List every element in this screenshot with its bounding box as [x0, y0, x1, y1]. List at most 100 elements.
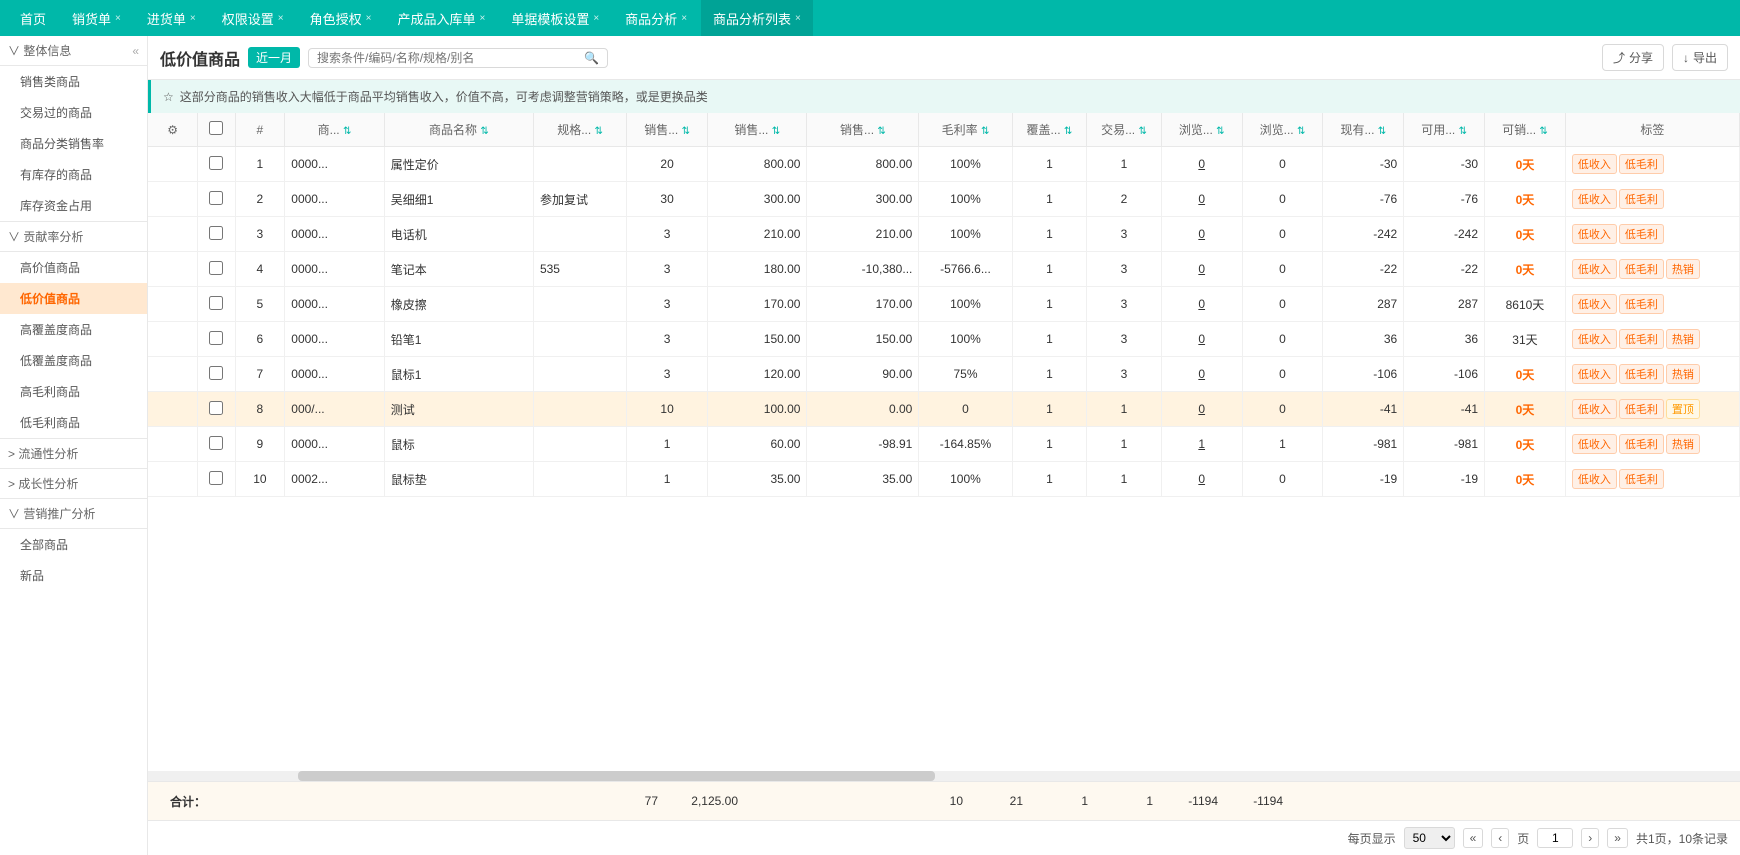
row-browse1[interactable]: 1 — [1161, 427, 1242, 462]
export-button[interactable]: ↓ 导出 — [1672, 44, 1728, 71]
horizontal-scrollbar[interactable] — [148, 771, 1740, 781]
row-browse1[interactable]: 0 — [1161, 182, 1242, 217]
row-settings-btn[interactable] — [148, 252, 198, 287]
row-no: 3 — [235, 217, 285, 252]
filter-recent-month[interactable]: 近一月 — [248, 47, 300, 68]
row-checkbox[interactable] — [209, 331, 223, 345]
col-gross-rate[interactable]: 毛利率 ⇅ — [919, 113, 1012, 147]
row-checkbox[interactable] — [209, 366, 223, 380]
row-available: -41 — [1404, 392, 1485, 427]
row-settings-btn[interactable] — [148, 357, 198, 392]
col-settings[interactable]: ⚙ — [148, 113, 198, 147]
sidebar-item-new-products[interactable]: 新品 — [0, 560, 147, 591]
sidebar-item-inventory-capital[interactable]: 库存资金占用 — [0, 190, 147, 221]
nav-close-permission[interactable]: × — [278, 13, 284, 24]
row-checkbox[interactable] — [209, 191, 223, 205]
row-checkbox[interactable] — [209, 156, 223, 170]
sidebar-item-low-coverage[interactable]: 低覆盖度商品 — [0, 345, 147, 376]
sidebar-item-low-margin[interactable]: 低毛利商品 — [0, 407, 147, 438]
nav-permission-settings[interactable]: 权限设置 × — [210, 0, 296, 36]
scrollbar-thumb[interactable] — [298, 771, 935, 781]
search-icon[interactable]: 🔍 — [584, 51, 599, 65]
sidebar-item-low-value[interactable]: 低价值商品 — [0, 283, 147, 314]
first-page-btn[interactable]: « — [1463, 828, 1484, 848]
page-size-select[interactable]: 50 100 200 — [1404, 827, 1455, 849]
sidebar-item-category-sales-rate[interactable]: 商品分类销售率 — [0, 128, 147, 159]
row-checkbox-cell — [198, 147, 235, 182]
nav-product-inbound[interactable]: 产成品入库单 × — [385, 0, 497, 36]
share-button[interactable]: ⤴ 分享 — [1602, 44, 1664, 71]
nav-close-analysis[interactable]: × — [681, 13, 687, 24]
nav-close-template[interactable]: × — [593, 13, 599, 24]
row-settings-btn[interactable] — [148, 182, 198, 217]
row-checkbox[interactable] — [209, 226, 223, 240]
next-page-btn[interactable]: › — [1581, 828, 1599, 848]
col-code[interactable]: 商... ⇅ — [285, 113, 384, 147]
tag-badge: 低收入 — [1572, 294, 1617, 314]
sidebar-item-high-margin[interactable]: 高毛利商品 — [0, 376, 147, 407]
col-coverage[interactable]: 覆盖... ⇅ — [1012, 113, 1087, 147]
nav-close-role[interactable]: × — [366, 13, 372, 24]
col-name[interactable]: 商品名称 ⇅ — [384, 113, 533, 147]
sidebar-section-growth[interactable]: > 成长性分析 — [8, 477, 78, 491]
col-sales-cost[interactable]: 销售... ⇅ — [807, 113, 919, 147]
search-input[interactable] — [317, 51, 580, 65]
col-browse2[interactable]: 浏览... ⇅ — [1242, 113, 1323, 147]
prev-page-btn[interactable]: ‹ — [1491, 828, 1509, 848]
nav-close-inbound[interactable]: × — [479, 13, 485, 24]
select-all-checkbox[interactable] — [209, 121, 223, 135]
row-browse1[interactable]: 0 — [1161, 392, 1242, 427]
nav-product-analysis-list[interactable]: 商品分析列表 × — [701, 0, 813, 36]
sidebar-collapse-btn[interactable]: « — [132, 44, 139, 58]
sidebar-item-traded-products[interactable]: 交易过的商品 — [0, 97, 147, 128]
nav-role-auth[interactable]: 角色授权 × — [298, 0, 384, 36]
row-settings-btn[interactable] — [148, 322, 198, 357]
col-sales-amt[interactable]: 销售... ⇅ — [708, 113, 807, 147]
sidebar-item-sales-products[interactable]: 销售类商品 — [0, 66, 147, 97]
page-input[interactable] — [1537, 828, 1573, 848]
row-browse1[interactable]: 0 — [1161, 357, 1242, 392]
col-available[interactable]: 可用... ⇅ — [1404, 113, 1485, 147]
row-browse1[interactable]: 0 — [1161, 147, 1242, 182]
row-checkbox[interactable] — [209, 471, 223, 485]
nav-close-purchase-order[interactable]: × — [190, 13, 196, 24]
row-settings-btn[interactable] — [148, 462, 198, 497]
sidebar-item-high-coverage[interactable]: 高覆盖度商品 — [0, 314, 147, 345]
row-settings-btn[interactable] — [148, 427, 198, 462]
col-stock-now[interactable]: 现有... ⇅ — [1323, 113, 1404, 147]
nav-sales-order[interactable]: 销货单 × — [60, 0, 133, 36]
sidebar-item-all-products[interactable]: 全部商品 — [0, 529, 147, 560]
row-settings-btn[interactable] — [148, 217, 198, 252]
row-checkbox[interactable] — [209, 296, 223, 310]
nav-purchase-order[interactable]: 进货单 × — [135, 0, 208, 36]
nav-close-sales-order[interactable]: × — [115, 13, 121, 24]
col-sellable[interactable]: 可销... ⇅ — [1485, 113, 1566, 147]
nav-template-settings[interactable]: 单据模板设置 × — [499, 0, 611, 36]
row-browse1[interactable]: 0 — [1161, 322, 1242, 357]
sidebar-item-high-value[interactable]: 高价值商品 — [0, 252, 147, 283]
nav-home[interactable]: 首页 — [8, 0, 58, 36]
row-settings-btn[interactable] — [148, 392, 198, 427]
col-spec[interactable]: 规格... ⇅ — [533, 113, 626, 147]
row-checkbox[interactable] — [209, 436, 223, 450]
col-sales-qty[interactable]: 销售... ⇅ — [627, 113, 708, 147]
row-checkbox[interactable] — [209, 261, 223, 275]
sidebar-item-stocked-products[interactable]: 有库存的商品 — [0, 159, 147, 190]
row-no: 9 — [235, 427, 285, 462]
last-page-btn[interactable]: » — [1607, 828, 1628, 848]
row-settings-btn[interactable] — [148, 287, 198, 322]
row-checkbox[interactable] — [209, 401, 223, 415]
col-trade[interactable]: 交易... ⇅ — [1087, 113, 1162, 147]
row-browse1[interactable]: 0 — [1161, 252, 1242, 287]
col-checkbox[interactable] — [198, 113, 235, 147]
row-settings-btn[interactable] — [148, 147, 198, 182]
main-layout: ∨ 整体信息 « 销售类商品 交易过的商品 商品分类销售率 有库存的商品 库存资… — [0, 36, 1740, 855]
col-no: # — [235, 113, 285, 147]
row-browse1[interactable]: 0 — [1161, 462, 1242, 497]
nav-product-analysis[interactable]: 商品分析 × — [613, 0, 699, 36]
nav-close-analysis-list[interactable]: × — [795, 13, 801, 24]
sidebar-section-circulation[interactable]: > 流通性分析 — [8, 447, 78, 461]
col-browse1[interactable]: 浏览... ⇅ — [1161, 113, 1242, 147]
row-browse1[interactable]: 0 — [1161, 287, 1242, 322]
row-browse1[interactable]: 0 — [1161, 217, 1242, 252]
